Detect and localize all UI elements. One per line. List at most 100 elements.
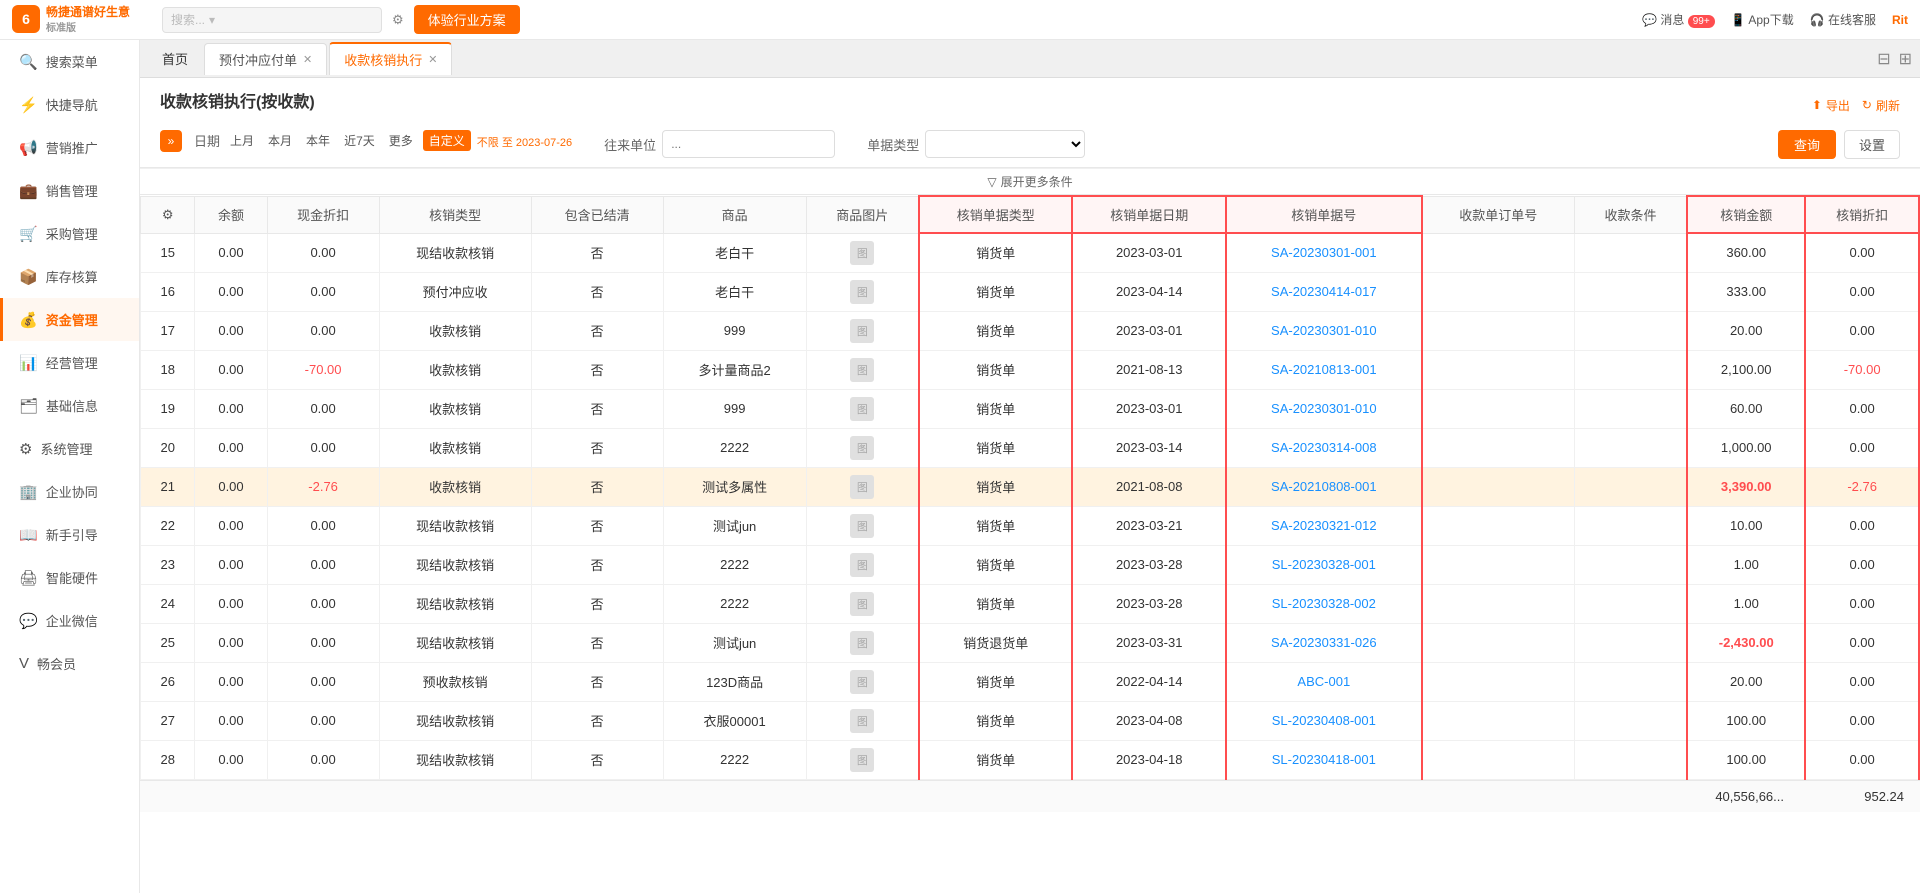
setting-btn[interactable]: 设置 xyxy=(1844,130,1900,159)
cell-goods-image: 图 xyxy=(806,584,919,623)
sidebar-item-purchase[interactable]: 🛒 采购管理 xyxy=(0,212,139,255)
cell-writeoff-voucher-no[interactable]: SL-20230408-001 xyxy=(1226,701,1422,740)
export-btn[interactable]: ⬆ 导出 xyxy=(1812,97,1850,114)
sidebar-item-finance[interactable]: 💰 资金管理 xyxy=(0,298,139,341)
cell-include-settled: 否 xyxy=(531,545,663,584)
dropdown-icon: ▾ xyxy=(209,13,215,27)
cell-writeoff-voucher-type: 销货单 xyxy=(919,584,1072,623)
tab-prepay[interactable]: 预付冲应付单 ✕ xyxy=(204,43,327,75)
col-settings[interactable]: ⚙ xyxy=(141,196,195,233)
cell-writeoff-voucher-type: 销货单 xyxy=(919,428,1072,467)
voucher-type-select[interactable] xyxy=(925,130,1085,158)
sidebar-item-system[interactable]: ⚙ 系统管理 xyxy=(0,427,139,470)
cell-balance: 0.00 xyxy=(195,740,267,779)
date-opt-this-year[interactable]: 本年 xyxy=(302,130,334,151)
sidebar-item-marketing[interactable]: 📢 营销推广 xyxy=(0,126,139,169)
expand-bar[interactable]: ▽ 展开更多条件 xyxy=(140,168,1920,195)
filter-toggle-btn[interactable]: » xyxy=(160,130,182,152)
cell-goods: 老白干 xyxy=(663,233,806,272)
cell-no: 23 xyxy=(141,545,195,584)
cell-collection-order-no xyxy=(1422,701,1575,740)
cell-cash-discount: 0.00 xyxy=(267,662,379,701)
tab-close-collection[interactable]: ✕ xyxy=(428,53,437,66)
cell-writeoff-voucher-no[interactable]: SA-20230321-012 xyxy=(1226,506,1422,545)
query-btn[interactable]: 查询 xyxy=(1778,130,1836,159)
sidebar-item-guide[interactable]: 📖 新手引导 xyxy=(0,513,139,556)
cell-cash-discount: -2.76 xyxy=(267,467,379,506)
cell-writeoff-voucher-no[interactable]: SA-20210813-001 xyxy=(1226,350,1422,389)
cell-writeoff-type: 收款核销 xyxy=(379,311,531,350)
smart-hw-icon: 🖨 xyxy=(19,569,38,587)
tab-maximize-btn[interactable]: ⊞ xyxy=(1899,49,1912,69)
cell-writeoff-voucher-type: 销货单 xyxy=(919,545,1072,584)
cell-goods-image: 图 xyxy=(806,311,919,350)
cell-balance: 0.00 xyxy=(195,467,267,506)
tab-collection[interactable]: 收款核销执行 ✕ xyxy=(329,42,452,75)
basics-icon: 🗂 xyxy=(19,397,38,415)
cell-collection-condition xyxy=(1574,740,1687,779)
cell-writeoff-voucher-no[interactable]: SL-20230328-002 xyxy=(1226,584,1422,623)
sidebar-label: 企业微信 xyxy=(46,611,98,630)
cell-writeoff-amount: 20.00 xyxy=(1687,311,1805,350)
sidebar-item-quick-nav[interactable]: ⚡ 快捷导航 xyxy=(0,83,139,126)
cell-writeoff-voucher-no[interactable]: SL-20230328-001 xyxy=(1226,545,1422,584)
cell-writeoff-amount: -2,430.00 xyxy=(1687,623,1805,662)
date-opt-more[interactable]: 更多 xyxy=(385,130,417,151)
sidebar-item-search-menu[interactable]: 🔍 搜索菜单 xyxy=(0,40,139,83)
cell-collection-order-no xyxy=(1422,428,1575,467)
gear-icon[interactable]: ⚙ xyxy=(392,12,404,28)
date-opt-custom[interactable]: 自定义 xyxy=(423,130,471,151)
cell-goods-image: 图 xyxy=(806,467,919,506)
cell-writeoff-voucher-no[interactable]: SA-20230301-001 xyxy=(1226,233,1422,272)
cell-collection-condition xyxy=(1574,428,1687,467)
date-opt-this-month[interactable]: 本月 xyxy=(264,130,296,151)
refresh-btn[interactable]: ↻ 刷新 xyxy=(1862,97,1900,114)
cell-include-settled: 否 xyxy=(531,311,663,350)
cell-writeoff-voucher-date: 2023-03-01 xyxy=(1072,389,1225,428)
cell-include-settled: 否 xyxy=(531,428,663,467)
sidebar-item-inventory[interactable]: 📦 库存核算 xyxy=(0,255,139,298)
cell-writeoff-type: 现结收款核销 xyxy=(379,545,531,584)
total-writeoff-discount: 952.24 xyxy=(1844,789,1904,804)
cell-writeoff-voucher-no[interactable]: SA-20210808-001 xyxy=(1226,467,1422,506)
cell-writeoff-amount: 20.00 xyxy=(1687,662,1805,701)
app-download[interactable]: 📱 App下载 xyxy=(1731,11,1794,28)
wechat-icon: 💬 xyxy=(19,612,38,630)
sidebar-label: 经营管理 xyxy=(46,353,98,372)
cell-writeoff-voucher-no[interactable]: SA-20230331-026 xyxy=(1226,623,1422,662)
online-service[interactable]: 🎧 在线客服 xyxy=(1810,11,1876,28)
tab-minimize-btn[interactable]: ⊟ xyxy=(1877,49,1890,69)
sidebar-item-wechat[interactable]: 💬 企业微信 xyxy=(0,599,139,642)
cell-collection-condition xyxy=(1574,350,1687,389)
quick-nav-icon: ⚡ xyxy=(19,96,38,114)
cell-writeoff-voucher-no[interactable]: SA-20230301-010 xyxy=(1226,311,1422,350)
tab-close-prepay[interactable]: ✕ xyxy=(303,53,312,66)
cell-collection-order-no xyxy=(1422,740,1575,779)
cell-balance: 0.00 xyxy=(195,350,267,389)
partner-input[interactable] xyxy=(662,130,835,158)
date-opt-last-month[interactable]: 上月 xyxy=(226,130,258,151)
col-goods-image: 商品图片 xyxy=(806,196,919,233)
cell-writeoff-voucher-no[interactable]: SA-20230314-008 xyxy=(1226,428,1422,467)
sidebar-label: 系统管理 xyxy=(40,439,92,458)
sidebar-item-operations[interactable]: 📊 经营管理 xyxy=(0,341,139,384)
cell-writeoff-voucher-no[interactable]: ABC-001 xyxy=(1226,662,1422,701)
sidebar-item-sales[interactable]: 💼 销售管理 xyxy=(0,169,139,212)
sidebar-item-basics[interactable]: 🗂 基础信息 xyxy=(0,384,139,427)
cell-writeoff-voucher-no[interactable]: SA-20230301-010 xyxy=(1226,389,1422,428)
date-opt-7days[interactable]: 近7天 xyxy=(340,130,379,151)
tab-home[interactable]: 首页 xyxy=(148,43,202,74)
sidebar-item-enterprise[interactable]: 🏢 企业协同 xyxy=(0,470,139,513)
industry-btn[interactable]: 体验行业方案 xyxy=(414,5,520,34)
user-label[interactable]: Rit xyxy=(1892,13,1908,27)
cell-writeoff-voucher-no[interactable]: SL-20230418-001 xyxy=(1226,740,1422,779)
cell-writeoff-voucher-no[interactable]: SA-20230414-017 xyxy=(1226,272,1422,311)
sidebar-label: 企业协同 xyxy=(46,482,98,501)
cell-goods: 衣服00001 xyxy=(663,701,806,740)
cell-writeoff-voucher-type: 销货单 xyxy=(919,233,1072,272)
msg-icon[interactable]: 💬 消息 99+ xyxy=(1642,11,1715,28)
cell-collection-condition xyxy=(1574,389,1687,428)
cell-writeoff-discount: 0.00 xyxy=(1805,662,1919,701)
sidebar-item-smart-hw[interactable]: 🖨 智能硬件 xyxy=(0,556,139,599)
sidebar-item-member[interactable]: V 畅会员 xyxy=(0,642,139,685)
